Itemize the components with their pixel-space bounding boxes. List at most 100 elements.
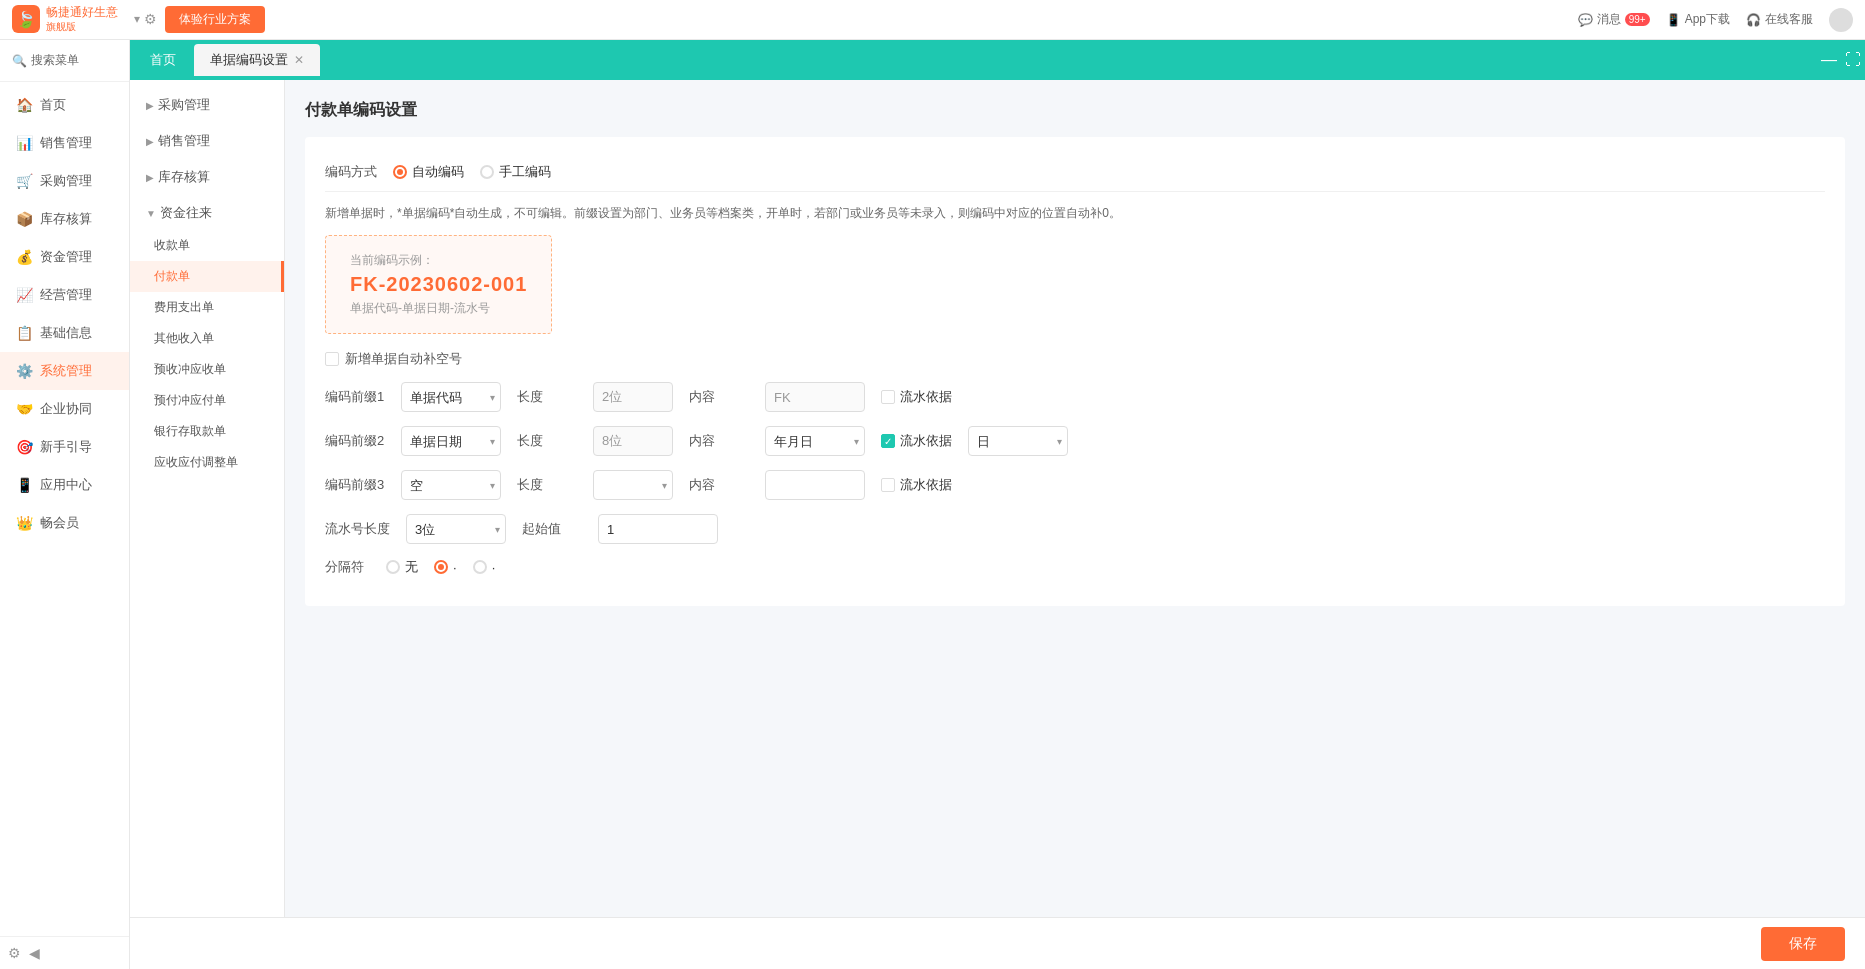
manual-encode-radio[interactable]: 手工编码 (480, 163, 551, 181)
sidebar-item-finance[interactable]: 💰 资金管理 (0, 238, 129, 276)
sub-item-prepay-receivable[interactable]: 预收冲应收单 (130, 354, 284, 385)
sub-item-payment[interactable]: 付款单 (130, 261, 284, 292)
length2-select-wrapper (593, 426, 673, 456)
manual-encode-dot (480, 165, 494, 179)
length1-label: 长度 (517, 388, 577, 406)
top-bar-right: 💬 消息 99+ 📱 App下载 🎧 在线客服 (1578, 8, 1853, 32)
message-label: 消息 (1597, 11, 1621, 28)
sub-group-label-inventory: 库存核算 (158, 168, 210, 186)
sidebar-item-label: 首页 (40, 96, 66, 114)
tab-bar: 首页 单据编码设置 ✕ — ⛶ (130, 40, 1865, 80)
prefix1-label: 编码前缀1 (325, 388, 385, 406)
field-row-1: 编码前缀1 单据代码 ▾ 长度 内容 (325, 382, 1825, 412)
app-download-button[interactable]: 📱 App下载 (1666, 11, 1730, 28)
serial3-checkbox[interactable] (881, 478, 895, 492)
logo-icon: 🍃 (12, 5, 40, 33)
sub-group-label-sales: 销售管理 (158, 132, 210, 150)
app-download-label: App下载 (1685, 11, 1730, 28)
maximize-icon[interactable]: ⛶ (1845, 51, 1861, 69)
collapse-icon[interactable]: ◀ (29, 945, 40, 961)
top-bar: 🍃 畅捷通好生意 旗舰版 ▾ ⚙ 体验行业方案 💬 消息 99+ 📱 App下载… (0, 0, 1865, 40)
sidebar-item-enterprise[interactable]: 🤝 企业协同 (0, 390, 129, 428)
sub-group-header-inventory[interactable]: ▶ 库存核算 (130, 160, 284, 194)
separator-row: 分隔符 无 · · (325, 558, 1825, 576)
sep-dot-label: · (453, 560, 457, 575)
auto-encode-label: 自动编码 (412, 163, 464, 181)
serial1-checkbox[interactable] (881, 390, 895, 404)
preview-prefix: 当前编码示例： (350, 252, 527, 269)
sub-group-purchase: ▶ 采购管理 (130, 88, 284, 122)
online-service-button[interactable]: 🎧 在线客服 (1746, 11, 1813, 28)
separator-radio-group: 无 · · (386, 558, 495, 576)
prefix3-select[interactable]: 空 (401, 470, 501, 500)
sep-none-radio[interactable]: 无 (386, 558, 418, 576)
sales-icon: 📊 (16, 135, 32, 151)
sub-group-inventory: ▶ 库存核算 (130, 160, 284, 194)
serial2-unit-select[interactable]: 日 (968, 426, 1068, 456)
serial2-unit-wrapper: 日 ▾ (968, 426, 1068, 456)
separator-label: 分隔符 (325, 558, 370, 576)
tab-home[interactable]: 首页 (134, 44, 192, 76)
sub-group-header-purchase[interactable]: ▶ 采购管理 (130, 88, 284, 122)
sidebar-item-home[interactable]: 🏠 首页 (0, 86, 129, 124)
sub-group-header-funds[interactable]: ▼ 资金往来 (130, 196, 284, 230)
app-logo: 🍃 畅捷通好生意 旗舰版 (12, 5, 118, 33)
length1-input (593, 382, 673, 412)
settings-icon[interactable]: ⚙ (144, 11, 157, 27)
sidebar-item-basic-info[interactable]: 📋 基础信息 (0, 314, 129, 352)
minimize-icon[interactable]: — (1821, 51, 1837, 69)
sub-item-other-income[interactable]: 其他收入单 (130, 323, 284, 354)
auto-encode-radio[interactable]: 自动编码 (393, 163, 464, 181)
auto-encode-dot (393, 165, 407, 179)
search-menu-button[interactable]: 🔍 搜索菜单 (8, 48, 121, 73)
length2-input (593, 426, 673, 456)
sub-item-expense[interactable]: 费用支出单 (130, 292, 284, 323)
sidebar-item-label: 销售管理 (40, 134, 92, 152)
serial-length-select[interactable]: 3位 (406, 514, 506, 544)
serial2-checkbox[interactable] (881, 434, 895, 448)
sidebar-item-operations[interactable]: 📈 经营管理 (0, 276, 129, 314)
sidebar-item-app-center[interactable]: 📱 应用中心 (0, 466, 129, 504)
settings-bottom-icon[interactable]: ⚙ (8, 945, 21, 961)
sep-dot-radio[interactable]: · (434, 560, 457, 575)
length3-select-wrapper: ▾ (593, 470, 673, 500)
preview-code: FK-20230602-001 (350, 273, 527, 296)
sidebar-item-inventory[interactable]: 📦 库存核算 (0, 200, 129, 238)
sidebar-item-member[interactable]: 👑 畅会员 (0, 504, 129, 542)
auto-fill-checkbox[interactable] (325, 352, 339, 366)
sub-item-receipt[interactable]: 收款单 (130, 230, 284, 261)
sub-item-ap-adjustment[interactable]: 应收应付调整单 (130, 447, 284, 478)
settings-card: 编码方式 自动编码 手工编码 (305, 137, 1845, 606)
search-icon: 🔍 (12, 54, 27, 68)
sep-dash-radio[interactable]: · (473, 560, 496, 575)
prefix1-select[interactable]: 单据代码 (401, 382, 501, 412)
sidebar-item-guide[interactable]: 🎯 新手引导 (0, 428, 129, 466)
sidebar-item-purchase[interactable]: 🛒 采购管理 (0, 162, 129, 200)
save-button[interactable]: 保存 (1761, 927, 1845, 961)
auto-fill-row: 新增单据自动补空号 (325, 350, 1825, 368)
message-button[interactable]: 💬 消息 99+ (1578, 11, 1650, 28)
tab-encode-settings[interactable]: 单据编码设置 ✕ (194, 44, 320, 76)
sidebar-item-label: 新手引导 (40, 438, 92, 456)
trial-button[interactable]: 体验行业方案 (165, 6, 265, 33)
prefix2-select[interactable]: 单据日期 (401, 426, 501, 456)
tab-close-icon[interactable]: ✕ (294, 53, 304, 67)
sidebar-item-sales[interactable]: 📊 销售管理 (0, 124, 129, 162)
serial2-wrapper: 流水依据 (881, 432, 952, 450)
sidebar-item-system[interactable]: ⚙️ 系统管理 (0, 352, 129, 390)
preview-box: 当前编码示例： FK-20230602-001 单据代码-单据日期-流水号 (325, 235, 552, 334)
sub-group-header-sales[interactable]: ▶ 销售管理 (130, 124, 284, 158)
home-icon: 🏠 (16, 97, 32, 113)
nav-dropdown-arrow[interactable]: ▾ (134, 12, 140, 26)
length3-select[interactable] (593, 470, 673, 500)
start-value-input[interactable] (598, 514, 718, 544)
content1-input (765, 382, 865, 412)
sep-none-label: 无 (405, 558, 418, 576)
arrow-inventory: ▶ (146, 172, 154, 183)
sep-dash-dot (473, 560, 487, 574)
user-avatar[interactable] (1829, 8, 1853, 32)
sub-item-prepay-payable[interactable]: 预付冲应付单 (130, 385, 284, 416)
sub-item-bank-transfer[interactable]: 银行存取款单 (130, 416, 284, 447)
content3-input[interactable] (765, 470, 865, 500)
content2-select[interactable]: 年月日 (765, 426, 865, 456)
